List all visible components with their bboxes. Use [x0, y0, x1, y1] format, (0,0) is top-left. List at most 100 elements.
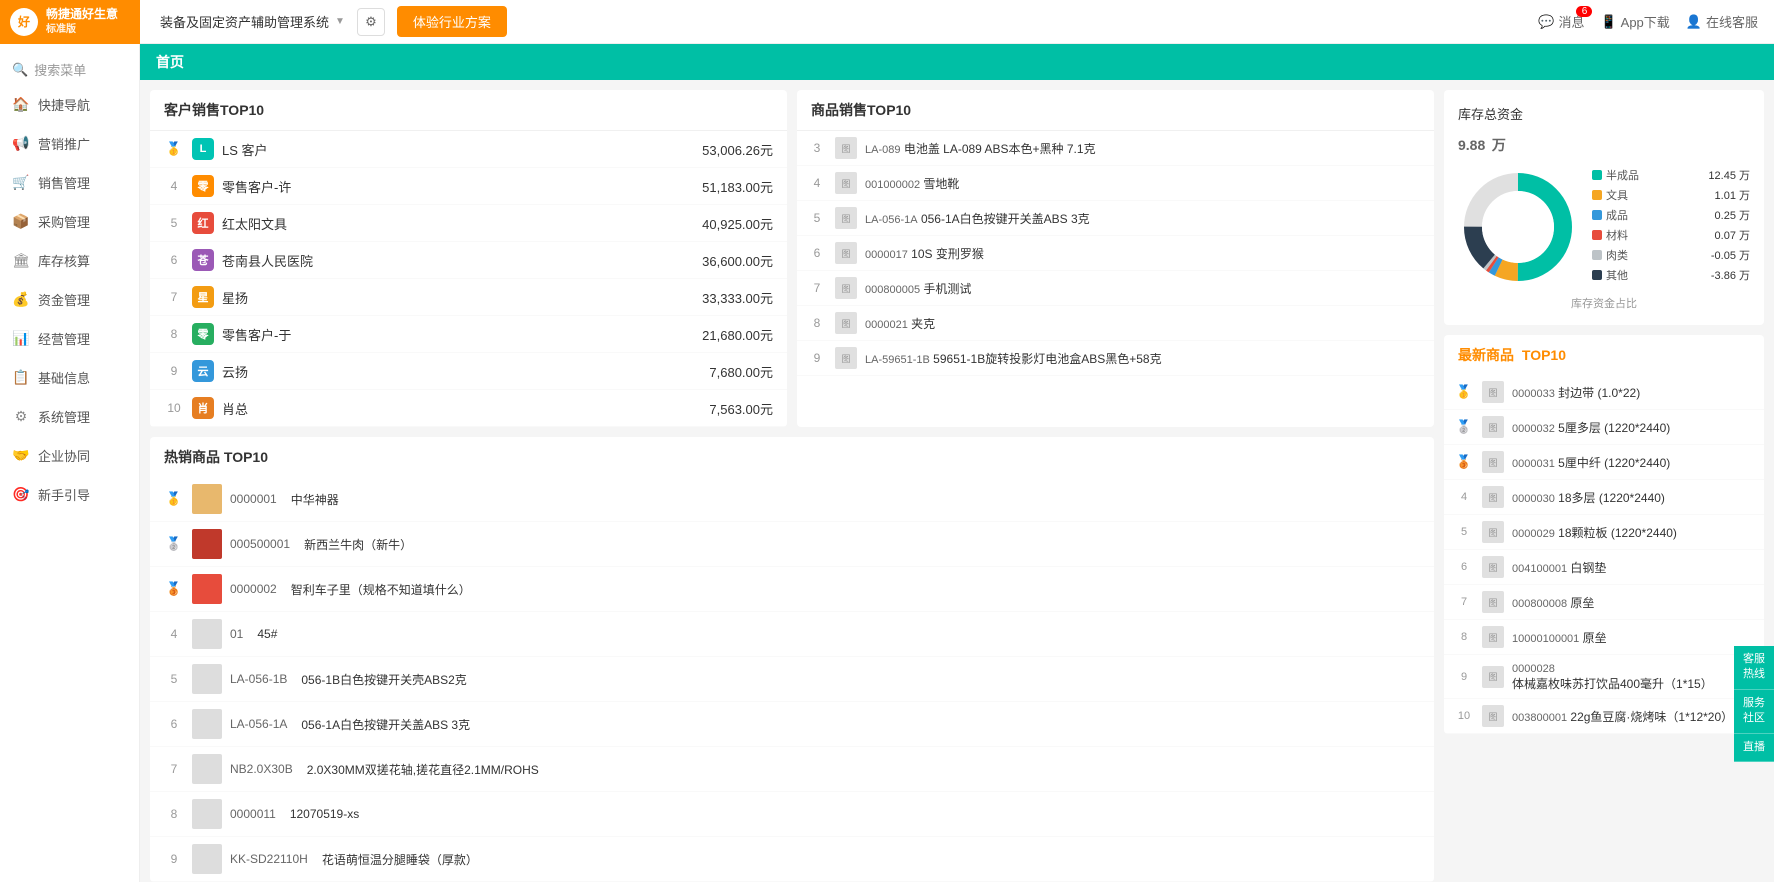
customer-name: 苍南县人民医院 [222, 251, 694, 270]
sidebar-item-新手引导[interactable]: 🎯新手引导 [0, 475, 139, 514]
product-rank: 7 [807, 281, 827, 295]
hot-product-name: 45# [257, 627, 277, 641]
rank-number: 7 [164, 290, 184, 304]
product-row: 4 图 001000002 雪地靴 [797, 166, 1434, 201]
newest-rank-number: 5 [1454, 526, 1474, 538]
legend-label: 材料 [1606, 227, 1686, 243]
top-products-sales-card: 商品销售TOP10 3 图 LA-089 电池盖 LA-089 ABS本色+黑种… [797, 90, 1434, 427]
trial-button[interactable]: 体验行业方案 [397, 6, 507, 37]
hot-product-name: 2.0X30MM双搓花轴,搓花直径2.1MM/ROHS [307, 761, 539, 778]
hot-rank-number: 6 [164, 717, 184, 731]
customer-name: 红太阳文具 [222, 214, 694, 233]
brand-name: 畅捷通好生意 [46, 7, 118, 23]
newest-product-name: 18颗粒板 (1220*2440) [1558, 526, 1677, 540]
customer-amount: 33,333.00元 [702, 288, 773, 307]
legend-item: 其他 -3.86 万 [1592, 267, 1750, 283]
top-two-col: 客户销售TOP10 🥇 L LS 客户 53,006.26元 4 零 零售客户-… [150, 90, 1434, 427]
sidebar-item-企业协同[interactable]: 🤝企业协同 [0, 436, 139, 475]
hot-product-name: 056-1B白色按键开关壳ABS2克 [301, 671, 466, 688]
sidebar-label: 库存核算 [38, 251, 90, 270]
customer-badge: L [192, 138, 214, 160]
newest-product-code: 004100001 [1512, 563, 1567, 575]
customer-row: 6 苍 苍南县人民医院 36,600.00元 [150, 242, 787, 279]
sidebar-icon: 📋 [12, 369, 30, 387]
product-info: 001000002 雪地靴 [865, 175, 1424, 192]
customer-row: 7 星 星扬 33,333.00元 [150, 279, 787, 316]
search-menu[interactable]: 🔍 搜索菜单 [0, 54, 139, 85]
newest-product-info: 0000032 5厘多层 (1220*2440) [1512, 419, 1754, 436]
product-info: LA-089 电池盖 LA-089 ABS本色+黑种 7.1克 [865, 140, 1424, 157]
newest-product-info: 0000029 18颗粒板 (1220*2440) [1512, 524, 1754, 541]
sidebar-item-库存核算[interactable]: 🏛库存核算 [0, 241, 139, 280]
sidebar-item-销售管理[interactable]: 🛒 销售管理 [0, 163, 139, 202]
sidebar-icon: 🛒 [12, 174, 30, 192]
product-rank: 9 [807, 351, 827, 365]
sidebar-icon: 🏠 [12, 96, 30, 114]
customer-badge: 苍 [192, 249, 214, 271]
system-selector[interactable]: 装备及固定资产辅助管理系统 ▼ [160, 12, 345, 31]
hot-product-code: LA-056-1A [230, 717, 287, 731]
newest-product-info: 10000100001 原垒 [1512, 629, 1754, 646]
legend-item: 半成品 12.45 万 [1592, 167, 1750, 183]
product-name: 10S 变刑罗猴 [911, 247, 984, 261]
legend-dot [1592, 270, 1602, 280]
newest-products-list: 🥇 图 0000033 封边带 (1.0*22) 🥈 图 0000032 5厘多… [1444, 375, 1764, 734]
newest-product-code: 0000032 [1512, 423, 1555, 435]
product-info: LA-056-1A 056-1A白色按键开关盖ABS 3克 [865, 210, 1424, 227]
rank-number: 6 [164, 253, 184, 267]
hot-product-row: 🥉 0000002 智利车子里（规格不知道填什么） [150, 567, 1434, 612]
left-panel: 客户销售TOP10 🥇 L LS 客户 53,006.26元 4 零 零售客户-… [150, 90, 1434, 882]
sidebar-icon: ⚙ [12, 408, 30, 426]
rank-number: 5 [164, 216, 184, 230]
search-label: 搜索菜单 [34, 60, 86, 79]
service-community-btn[interactable]: 服务社区 [1734, 690, 1774, 734]
message-badge: 6 [1576, 6, 1592, 17]
rank-number: 9 [164, 364, 184, 378]
sidebar-label: 企业协同 [38, 446, 90, 465]
newest-product-name: 体械嘉枚味苏打饮品400毫升（1*15） [1512, 677, 1713, 691]
sidebar-item-快捷导航[interactable]: 🏠快捷导航 [0, 85, 139, 124]
sidebar-item-营销推广[interactable]: 📢营销推广 [0, 124, 139, 163]
message-button[interactable]: 💬 消息 6 [1538, 12, 1584, 31]
newest-product-row: 6 图 004100001 白钢垫 [1444, 550, 1764, 585]
newest-product-code: 0000028 [1512, 663, 1555, 675]
product-code: LA-089 [865, 144, 900, 156]
newest-product-row: 5 图 0000029 18颗粒板 (1220*2440) [1444, 515, 1764, 550]
inventory-amount: 9.88 万 [1458, 129, 1750, 157]
legend-item: 成品 0.25 万 [1592, 207, 1750, 223]
customer-name: 云扬 [222, 362, 701, 381]
live-btn[interactable]: 直播 [1734, 734, 1774, 762]
product-code: 0000021 [865, 319, 908, 331]
product-name: 手机测试 [923, 282, 971, 296]
rank-number: 10 [164, 401, 184, 415]
sidebar-item-采购管理[interactable]: 📦采购管理 [0, 202, 139, 241]
online-service-button[interactable]: 👤 在线客服 [1686, 12, 1758, 31]
newest-product-info: 0000028 体械嘉枚味苏打饮品400毫升（1*15） [1512, 661, 1754, 692]
sidebar-label: 销售管理 [38, 173, 90, 192]
customer-amount: 7,680.00元 [709, 362, 773, 381]
customer-badge: 星 [192, 286, 214, 308]
newest-product-info: 0000030 18多层 (1220*2440) [1512, 489, 1754, 506]
sidebar-item-经营管理[interactable]: 📊经营管理 [0, 319, 139, 358]
product-rank: 3 [807, 141, 827, 155]
message-icon: 💬 [1538, 14, 1554, 30]
newest-product-image: 图 [1482, 381, 1504, 403]
hot-product-name: 056-1A白色按键开关盖ABS 3克 [301, 716, 470, 733]
hot-medal-icon: 🥉 [164, 581, 184, 597]
gear-button[interactable]: ⚙ [357, 8, 385, 36]
app-download-button[interactable]: 📱 App下载 [1600, 12, 1669, 31]
customer-sales-title: 客户销售TOP10 [150, 90, 787, 131]
content-body: 客户销售TOP10 🥇 L LS 客户 53,006.26元 4 零 零售客户-… [140, 80, 1774, 882]
sidebar: 🔍 搜索菜单 🏠快捷导航📢营销推广 🛒 销售管理 📦采购管理🏛库存核算💰资金管理📊经营… [0, 44, 140, 882]
sidebar-item-系统管理[interactable]: ⚙系统管理 [0, 397, 139, 436]
newest-product-code: 10000100001 [1512, 633, 1579, 645]
customer-service-btn[interactable]: 客服热线 [1734, 646, 1774, 690]
sidebar-item-资金管理[interactable]: 💰资金管理 [0, 280, 139, 319]
sidebar-item-基础信息[interactable]: 📋基础信息 [0, 358, 139, 397]
system-name: 装备及固定资产辅助管理系统 [160, 12, 329, 31]
right-panel: 库存总资金 9.88 万 [1444, 90, 1764, 882]
legend-label: 肉类 [1606, 247, 1686, 263]
sidebar-icon: 📢 [12, 135, 30, 153]
product-code: LA-056-1A [865, 214, 918, 226]
newest-product-row: 7 图 000800008 原垒 [1444, 585, 1764, 620]
